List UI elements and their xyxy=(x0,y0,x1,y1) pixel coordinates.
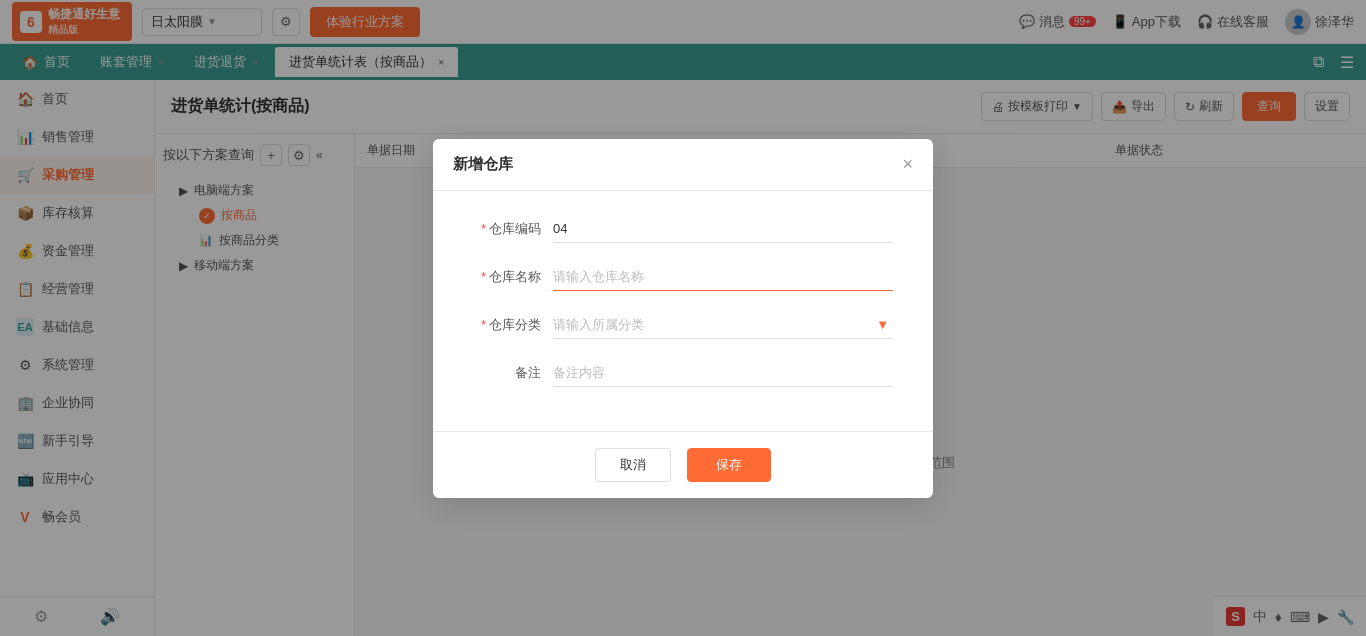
code-label: 仓库编码 xyxy=(473,220,553,238)
category-label: 仓库分类 xyxy=(473,316,553,334)
cancel-button[interactable]: 取消 xyxy=(595,448,671,482)
form-row-code: 仓库编码 xyxy=(473,215,893,243)
modal-overlay: 新增仓库 × 仓库编码 仓库名称 仓库分类 请输入所属分类 xyxy=(0,0,1366,636)
modal-footer: 取消 保存 xyxy=(433,431,933,498)
form-row-category: 仓库分类 请输入所属分类 ▼ xyxy=(473,311,893,339)
close-modal-button[interactable]: × xyxy=(902,155,913,173)
remark-label: 备注 xyxy=(473,364,553,382)
form-row-remark: 备注 xyxy=(473,359,893,387)
name-input[interactable] xyxy=(553,263,893,291)
add-warehouse-modal: 新增仓库 × 仓库编码 仓库名称 仓库分类 请输入所属分类 xyxy=(433,139,933,498)
form-row-name: 仓库名称 xyxy=(473,263,893,291)
modal-body: 仓库编码 仓库名称 仓库分类 请输入所属分类 ▼ 备注 xyxy=(433,191,933,431)
category-select[interactable]: 请输入所属分类 xyxy=(553,311,893,338)
modal-title: 新增仓库 xyxy=(453,155,513,174)
code-input[interactable] xyxy=(553,215,893,243)
modal-header: 新增仓库 × xyxy=(433,139,933,191)
category-select-wrapper: 请输入所属分类 ▼ xyxy=(553,311,893,339)
select-arrow-icon: ▼ xyxy=(876,317,889,332)
name-label: 仓库名称 xyxy=(473,268,553,286)
remark-input[interactable] xyxy=(553,359,893,387)
save-button[interactable]: 保存 xyxy=(687,448,771,482)
